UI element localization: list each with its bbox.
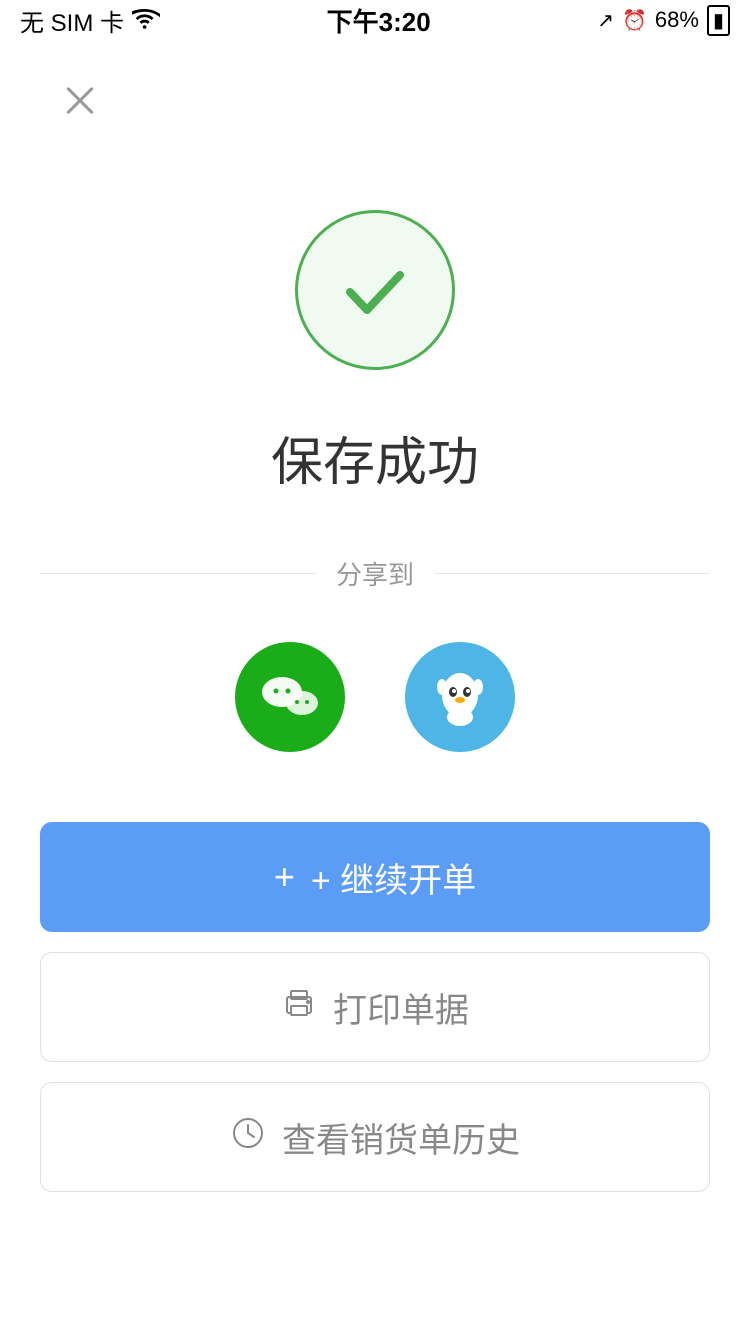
printer-icon [281,985,317,1030]
qq-icon [428,665,493,730]
status-right: ↗ ⏰ 68% ▮ [597,5,730,36]
battery-label: 68% [655,7,699,33]
share-icons [235,642,515,752]
history-button[interactable]: 查看销货单历史 [40,1082,710,1192]
clock-icon [230,1115,266,1160]
plus-icon: + [274,856,295,898]
print-button[interactable]: 打印单据 [40,952,710,1062]
history-label: 查看销货单历史 [282,1113,520,1162]
close-button[interactable] [50,70,110,130]
success-title: 保存成功 [271,420,479,495]
print-label: 打印单据 [333,983,469,1032]
status-left: 无 SIM 卡 [20,3,160,38]
qq-share-button[interactable] [405,642,515,752]
alarm-icon: ⏰ [622,8,647,33]
wechat-icon [258,670,323,725]
wechat-share-button[interactable] [235,642,345,752]
checkmark-icon [335,250,415,330]
action-buttons: + + 继续开单 打印单据 [40,822,710,1192]
share-line-right [434,573,710,574]
continue-label: + 继续开单 [311,853,476,902]
battery-icon: ▮ [707,5,730,36]
continue-button[interactable]: + + 继续开单 [40,822,710,932]
main-content: 保存成功 分享到 [0,150,750,1334]
share-section: 分享到 [40,555,710,592]
share-label: 分享到 [336,555,414,592]
no-sim-label: 无 SIM 卡 [20,3,124,38]
location-icon: ↗ [597,8,614,33]
share-line-left [40,573,316,574]
status-time: 下午3:20 [327,2,431,39]
wifi-icon [132,9,160,31]
status-bar: 无 SIM 卡 下午3:20 ↗ ⏰ 68% ▮ [0,0,750,40]
success-circle [295,210,455,370]
